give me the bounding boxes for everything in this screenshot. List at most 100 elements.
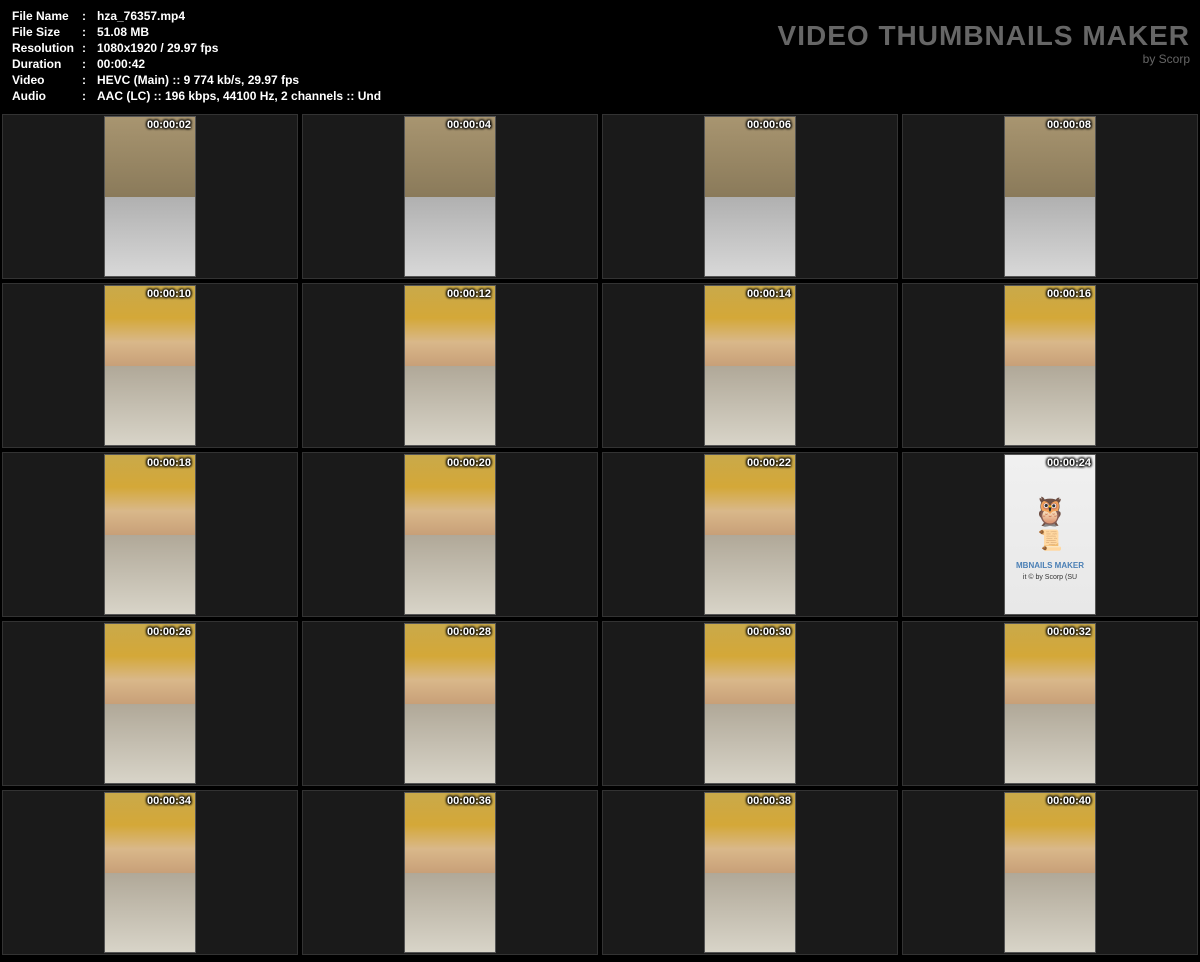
timestamp-overlay: 00:00:34 — [147, 795, 191, 807]
thumbnail-image: 00:00:18 — [104, 454, 196, 615]
thumbnail-cell[interactable]: 00:00:08 — [902, 114, 1198, 279]
thumbnail-image: 00:00:40 — [1004, 792, 1096, 953]
meta-value: HEVC (Main) :: 9 774 kb/s, 29.97 fps — [97, 72, 299, 88]
watermark-sub: by Scorp — [778, 52, 1190, 66]
thumbnail-cell[interactable]: 00:00:36 — [302, 790, 598, 955]
meta-label: File Name — [12, 8, 82, 24]
thumbnail-cell[interactable]: 00:00:18 — [2, 452, 298, 617]
thumb-region-bottom — [105, 535, 195, 615]
timestamp-overlay: 00:00:08 — [1047, 119, 1091, 131]
timestamp-overlay: 00:00:40 — [1047, 795, 1091, 807]
thumbnail-image: 00:00:12 — [404, 285, 496, 446]
meta-label: Duration — [12, 56, 82, 72]
thumbnail-cell[interactable]: 00:00:06 — [602, 114, 898, 279]
thumbnail-cell[interactable]: 00:00:38 — [602, 790, 898, 955]
thumb-region-bottom — [1005, 366, 1095, 446]
thumbnail-cell[interactable]: 00:00:28 — [302, 621, 598, 786]
thumb-region-bottom — [705, 535, 795, 615]
thumbnail-cell[interactable]: 00:00:32 — [902, 621, 1198, 786]
thumb-region-bottom — [105, 873, 195, 953]
brand-text: MBNAILS MAKER — [1005, 561, 1095, 570]
thumb-region-bottom — [705, 873, 795, 953]
thumb-region-bottom — [405, 873, 495, 953]
meta-label: Video — [12, 72, 82, 88]
watermark-title: VIDEO THUMBNAILS MAKER — [778, 20, 1190, 52]
timestamp-overlay: 00:00:24 — [1047, 457, 1091, 469]
thumbnail-cell[interactable]: 00:00:20 — [302, 452, 598, 617]
meta-value: AAC (LC) :: 196 kbps, 44100 Hz, 2 channe… — [97, 88, 381, 104]
watermark: VIDEO THUMBNAILS MAKER by Scorp — [778, 20, 1190, 66]
timestamp-overlay: 00:00:30 — [747, 626, 791, 638]
thumb-region-bottom — [1005, 197, 1095, 277]
thumbnail-cell[interactable]: 00:00:40 — [902, 790, 1198, 955]
thumb-region-bottom — [405, 704, 495, 784]
timestamp-overlay: 00:00:02 — [147, 119, 191, 131]
thumbnail-image: 🦉📜MBNAILS MAKERit © by Scorp (SU00:00:24 — [1004, 454, 1096, 615]
meta-label: File Size — [12, 24, 82, 40]
thumb-region-bottom — [705, 704, 795, 784]
thumbnail-cell[interactable]: 00:00:30 — [602, 621, 898, 786]
meta-label: Resolution — [12, 40, 82, 56]
thumbnail-image: 00:00:38 — [704, 792, 796, 953]
thumbnail-image: 00:00:22 — [704, 454, 796, 615]
thumb-region-bottom — [705, 366, 795, 446]
thumbnail-cell[interactable]: 00:00:12 — [302, 283, 598, 448]
meta-label: Audio — [12, 88, 82, 104]
thumbnail-image: 00:00:32 — [1004, 623, 1096, 784]
thumb-region-bottom — [405, 535, 495, 615]
meta-sep: : — [82, 40, 97, 56]
thumbnail-image: 00:00:34 — [104, 792, 196, 953]
thumbnail-cell[interactable]: 00:00:04 — [302, 114, 598, 279]
thumb-region-bottom — [105, 197, 195, 277]
meta-video: Video : HEVC (Main) :: 9 774 kb/s, 29.97… — [12, 72, 1188, 88]
timestamp-overlay: 00:00:20 — [447, 457, 491, 469]
timestamp-overlay: 00:00:04 — [447, 119, 491, 131]
timestamp-overlay: 00:00:14 — [747, 288, 791, 300]
meta-sep: : — [82, 8, 97, 24]
meta-sep: : — [82, 56, 97, 72]
thumbnail-cell[interactable]: 00:00:16 — [902, 283, 1198, 448]
thumbnail-cell[interactable]: 00:00:22 — [602, 452, 898, 617]
thumbnail-image: 00:00:06 — [704, 116, 796, 277]
timestamp-overlay: 00:00:16 — [1047, 288, 1091, 300]
thumbnail-cell[interactable]: 00:00:14 — [602, 283, 898, 448]
scroll-icon: 📜 — [1005, 528, 1095, 553]
timestamp-overlay: 00:00:26 — [147, 626, 191, 638]
thumb-region-bottom — [105, 704, 195, 784]
thumb-region-bottom — [705, 197, 795, 277]
thumbnail-image: 00:00:36 — [404, 792, 496, 953]
thumbnail-image: 00:00:08 — [1004, 116, 1096, 277]
thumbnail-image: 00:00:14 — [704, 285, 796, 446]
thumbnail-image: 00:00:30 — [704, 623, 796, 784]
thumbnail-image: 00:00:20 — [404, 454, 496, 615]
timestamp-overlay: 00:00:28 — [447, 626, 491, 638]
thumbnail-image: 00:00:28 — [404, 623, 496, 784]
thumbnail-image: 00:00:04 — [404, 116, 496, 277]
thumbnail-image: 00:00:26 — [104, 623, 196, 784]
thumbnail-image: 00:00:10 — [104, 285, 196, 446]
thumb-region-bottom — [405, 197, 495, 277]
metadata-header: File Name : hza_76357.mp4 File Size : 51… — [0, 0, 1200, 112]
meta-sep: : — [82, 88, 97, 104]
thumbnail-cell[interactable]: 00:00:34 — [2, 790, 298, 955]
timestamp-overlay: 00:00:32 — [1047, 626, 1091, 638]
thumb-region-bottom — [405, 366, 495, 446]
thumbnail-cell[interactable]: 🦉📜MBNAILS MAKERit © by Scorp (SU00:00:24 — [902, 452, 1198, 617]
meta-value: 1080x1920 / 29.97 fps — [97, 40, 218, 56]
meta-sep: : — [82, 24, 97, 40]
thumbnail-grid: 00:00:02 00:00:04 00:00:06 00:00:08 00:00:10… — [0, 112, 1200, 957]
thumbnail-cell[interactable]: 00:00:10 — [2, 283, 298, 448]
timestamp-overlay: 00:00:18 — [147, 457, 191, 469]
meta-value: 51.08 MB — [97, 24, 149, 40]
meta-audio: Audio : AAC (LC) :: 196 kbps, 44100 Hz, … — [12, 88, 1188, 104]
thumbnail-cell[interactable]: 00:00:02 — [2, 114, 298, 279]
meta-sep: : — [82, 72, 97, 88]
thumb-region-bottom — [1005, 873, 1095, 953]
thumb-region-bottom — [1005, 704, 1095, 784]
thumbnail-image: 00:00:16 — [1004, 285, 1096, 446]
timestamp-overlay: 00:00:06 — [747, 119, 791, 131]
thumbnail-cell[interactable]: 00:00:26 — [2, 621, 298, 786]
timestamp-overlay: 00:00:36 — [447, 795, 491, 807]
copyright-text: it © by Scorp (SU — [1005, 574, 1095, 581]
thumbnail-image: 00:00:02 — [104, 116, 196, 277]
